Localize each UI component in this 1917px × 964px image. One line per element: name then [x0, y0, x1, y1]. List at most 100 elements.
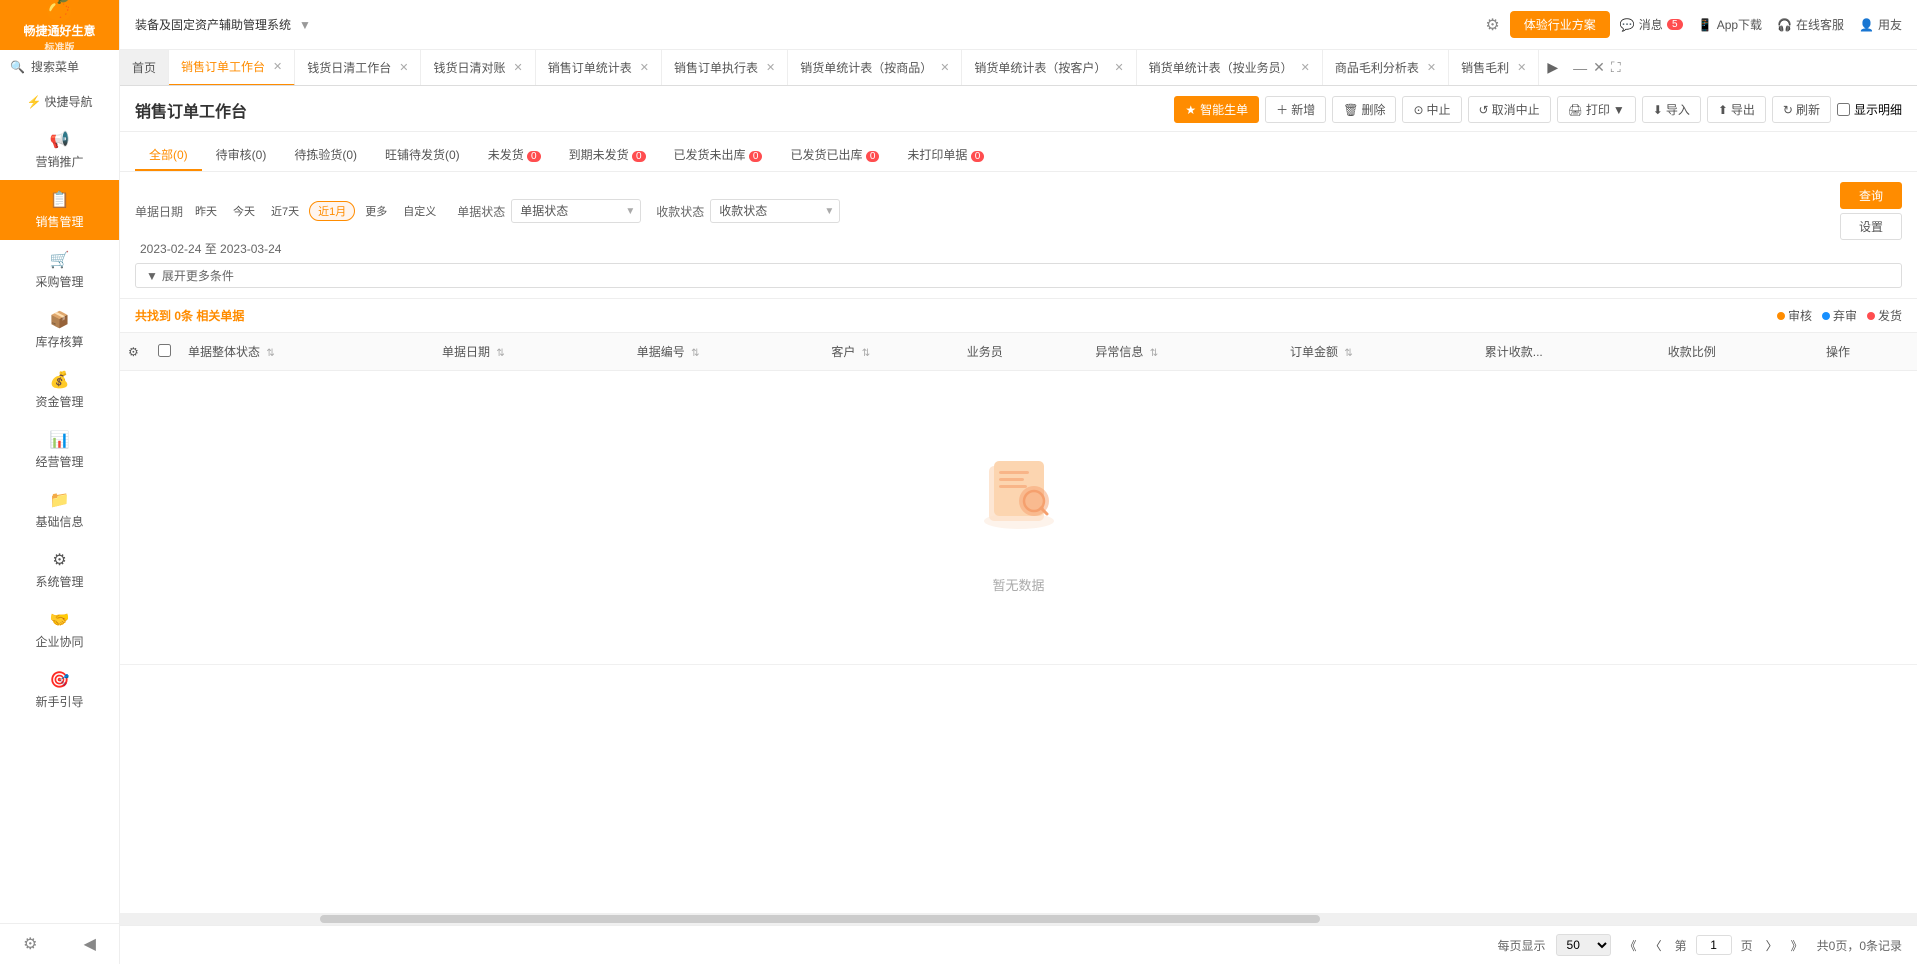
tab-sales-stats[interactable]: 销售订单统计表 ✕ [536, 50, 662, 86]
topbar-settings-icon[interactable]: ⚙ [1485, 15, 1499, 35]
tab-cash-reconcile[interactable]: 钱货日清对账 ✕ [421, 50, 535, 86]
sidebar-item-basic[interactable]: 📁 基础信息 [0, 480, 119, 540]
sort-arrows-abnormal[interactable]: ⇅ [1150, 348, 1158, 359]
sidebar-item-operation[interactable]: 📊 经营管理 [0, 420, 119, 480]
show-detail-label[interactable]: 显示明细 [1837, 101, 1902, 118]
sidebar-item-enterprise[interactable]: 🤝 企业协同 [0, 600, 119, 660]
page-first-btn[interactable]: 《 [1621, 935, 1641, 956]
un-review-action-btn[interactable]: 弃审 [1822, 307, 1857, 324]
filter-status-select[interactable]: 单据状态 [511, 199, 641, 223]
filter-date-yesterday[interactable]: 昨天 [189, 201, 223, 221]
settings-icon[interactable]: ⚙ [23, 934, 37, 954]
sidebar-item-inventory[interactable]: 📦 库存核算 [0, 300, 119, 360]
sub-tab-pending-review[interactable]: 待审核(0) [202, 140, 281, 171]
filter-date-1month[interactable]: 近1月 [309, 201, 355, 221]
sub-tab-all[interactable]: 全部(0) [135, 140, 202, 171]
filter-date-custom[interactable]: 自定义 [397, 201, 442, 221]
trial-button[interactable]: 体验行业方案 [1510, 11, 1610, 38]
sub-tab-overdue-ship[interactable]: 到期未发货 0 [555, 140, 660, 171]
cancel-stop-button[interactable]: ↺ 取消中止 [1468, 96, 1551, 123]
tab-profit-analysis[interactable]: 商品毛利分析表 ✕ [1323, 50, 1449, 86]
stop-button[interactable]: ⊙ 中止 [1402, 96, 1461, 123]
gear-icon[interactable]: ⚙ [128, 345, 139, 359]
sort-arrows-status[interactable]: ⇅ [266, 348, 274, 359]
add-button[interactable]: ＋ 新增 [1265, 96, 1326, 123]
sub-tab-shipped-out[interactable]: 已发货已出库 0 [776, 140, 893, 171]
tab-cash-daily[interactable]: 钱货日清工作台 ✕ [295, 50, 421, 86]
system-dropdown-arrow[interactable]: ▼ [299, 18, 311, 32]
sort-arrows-number[interactable]: ⇅ [691, 348, 699, 359]
th-gear[interactable]: ⚙ [120, 333, 150, 371]
tab-sales-workbench-close[interactable]: ✕ [273, 60, 282, 73]
smart-create-button[interactable]: ★ 智能生单 [1174, 96, 1259, 123]
page-number-input[interactable] [1696, 935, 1732, 955]
tab-sales-gross-close[interactable]: ✕ [1517, 61, 1526, 74]
sidebar-item-guide[interactable]: 🎯 新手引导 [0, 660, 119, 720]
logo-icon: 🍊 [46, 0, 73, 22]
filter-payment-select[interactable]: 收款状态 [710, 199, 840, 223]
import-button[interactable]: ⬇ 导入 [1642, 96, 1701, 123]
page-next-btn[interactable]: 〉 [1762, 935, 1782, 956]
tab-sales-gross[interactable]: 销售毛利 ✕ [1449, 50, 1539, 86]
sub-tab-wangpu-ship[interactable]: 旺铺待发货(0) [371, 140, 474, 171]
sidebar-item-quicknav[interactable]: ⚡ 快捷导航 [0, 83, 119, 120]
delete-button[interactable]: 🗑 删除 [1332, 96, 1396, 123]
page-last-btn[interactable]: 》 [1787, 935, 1807, 956]
sub-tab-not-printed[interactable]: 未打印单据 0 [893, 140, 998, 171]
tab-sales-exec-close[interactable]: ✕ [766, 61, 775, 74]
set-button[interactable]: 设置 [1840, 213, 1902, 240]
sort-arrows-amount[interactable]: ⇅ [1344, 348, 1352, 359]
scrollbar-thumb[interactable] [320, 915, 1320, 923]
sidebar-search[interactable]: 🔍 搜索菜单 [0, 50, 119, 83]
sub-tab-pending-inspect[interactable]: 待拣验货(0) [280, 140, 371, 171]
export-button[interactable]: ⬆ 导出 [1707, 96, 1766, 123]
tab-sales-stats-close[interactable]: ✕ [640, 61, 649, 74]
tab-sales-summary-product-close[interactable]: ✕ [940, 61, 949, 74]
refresh-button[interactable]: ↻ 刷新 [1772, 96, 1831, 123]
show-detail-checkbox[interactable] [1837, 103, 1850, 116]
tab-cash-daily-close[interactable]: ✕ [399, 61, 408, 74]
tab-close-all-icon[interactable]: ✕ [1591, 57, 1607, 78]
app-download-item[interactable]: 📱 App下载 [1698, 16, 1762, 33]
sort-arrows-date[interactable]: ⇅ [496, 348, 504, 359]
print-button[interactable]: 🖨 打印 ▼ [1557, 96, 1636, 123]
per-page-select[interactable]: 10 20 50 100 [1556, 934, 1611, 956]
th-ratio: 收款比例 [1660, 333, 1818, 371]
tab-home[interactable]: 首页 [120, 50, 169, 86]
scrollbar-area[interactable] [120, 913, 1917, 925]
sidebar-item-finance[interactable]: 💰 资金管理 [0, 360, 119, 420]
tab-sales-summary-staff-close[interactable]: ✕ [1301, 61, 1310, 74]
th-check[interactable] [150, 333, 180, 371]
sub-tab-shipped-not-out[interactable]: 已发货未出库 0 [660, 140, 777, 171]
tab-sales-summary-product[interactable]: 销货单统计表（按商品） ✕ [788, 50, 962, 86]
sidebar-item-system[interactable]: ⚙ 系统管理 [0, 540, 119, 600]
tab-sales-summary-client[interactable]: 销货单统计表（按客户） ✕ [962, 50, 1136, 86]
sidebar-item-purchase[interactable]: 🛒 采购管理 [0, 240, 119, 300]
user-item[interactable]: 👤 用友 [1859, 16, 1902, 33]
sort-arrows-client[interactable]: ⇅ [862, 348, 870, 359]
ship-action-btn[interactable]: 发货 [1867, 307, 1902, 324]
tab-sales-summary-client-close[interactable]: ✕ [1114, 61, 1123, 74]
review-action-btn[interactable]: 审核 [1777, 307, 1812, 324]
sub-tab-not-shipped[interactable]: 未发货 0 [474, 140, 555, 171]
message-item[interactable]: 💬 消息 5 [1620, 16, 1683, 33]
filter-date-7days[interactable]: 近7天 [265, 201, 305, 221]
page-prev-btn[interactable]: 〈 [1646, 935, 1666, 956]
tab-minimize-icon[interactable]: — [1571, 58, 1589, 78]
filter-date-more[interactable]: 更多 [359, 201, 393, 221]
tab-cash-reconcile-close[interactable]: ✕ [514, 61, 523, 74]
select-all-checkbox[interactable] [158, 344, 171, 357]
tab-sales-workbench[interactable]: 销售订单工作台 ✕ [169, 50, 295, 86]
sidebar-item-sales[interactable]: 📋 销售管理 [0, 180, 119, 240]
query-button[interactable]: 查询 [1840, 182, 1902, 209]
online-service-item[interactable]: 🎧 在线客服 [1777, 16, 1844, 33]
collapse-icon[interactable]: ◀ [84, 934, 96, 954]
tab-maximize-icon[interactable]: ⛶ [1609, 57, 1623, 78]
tab-sales-summary-staff[interactable]: 销货单统计表（按业务员） ✕ [1137, 50, 1323, 86]
expand-filter-button[interactable]: ▼ 展开更多条件 [135, 263, 1902, 288]
tab-sales-exec[interactable]: 销售订单执行表 ✕ [662, 50, 788, 86]
tab-more-button[interactable]: ▶ [1539, 59, 1566, 76]
tab-profit-analysis-close[interactable]: ✕ [1427, 61, 1436, 74]
filter-date-today[interactable]: 今天 [227, 201, 261, 221]
sidebar-item-marketing[interactable]: 📢 营销推广 [0, 120, 119, 180]
